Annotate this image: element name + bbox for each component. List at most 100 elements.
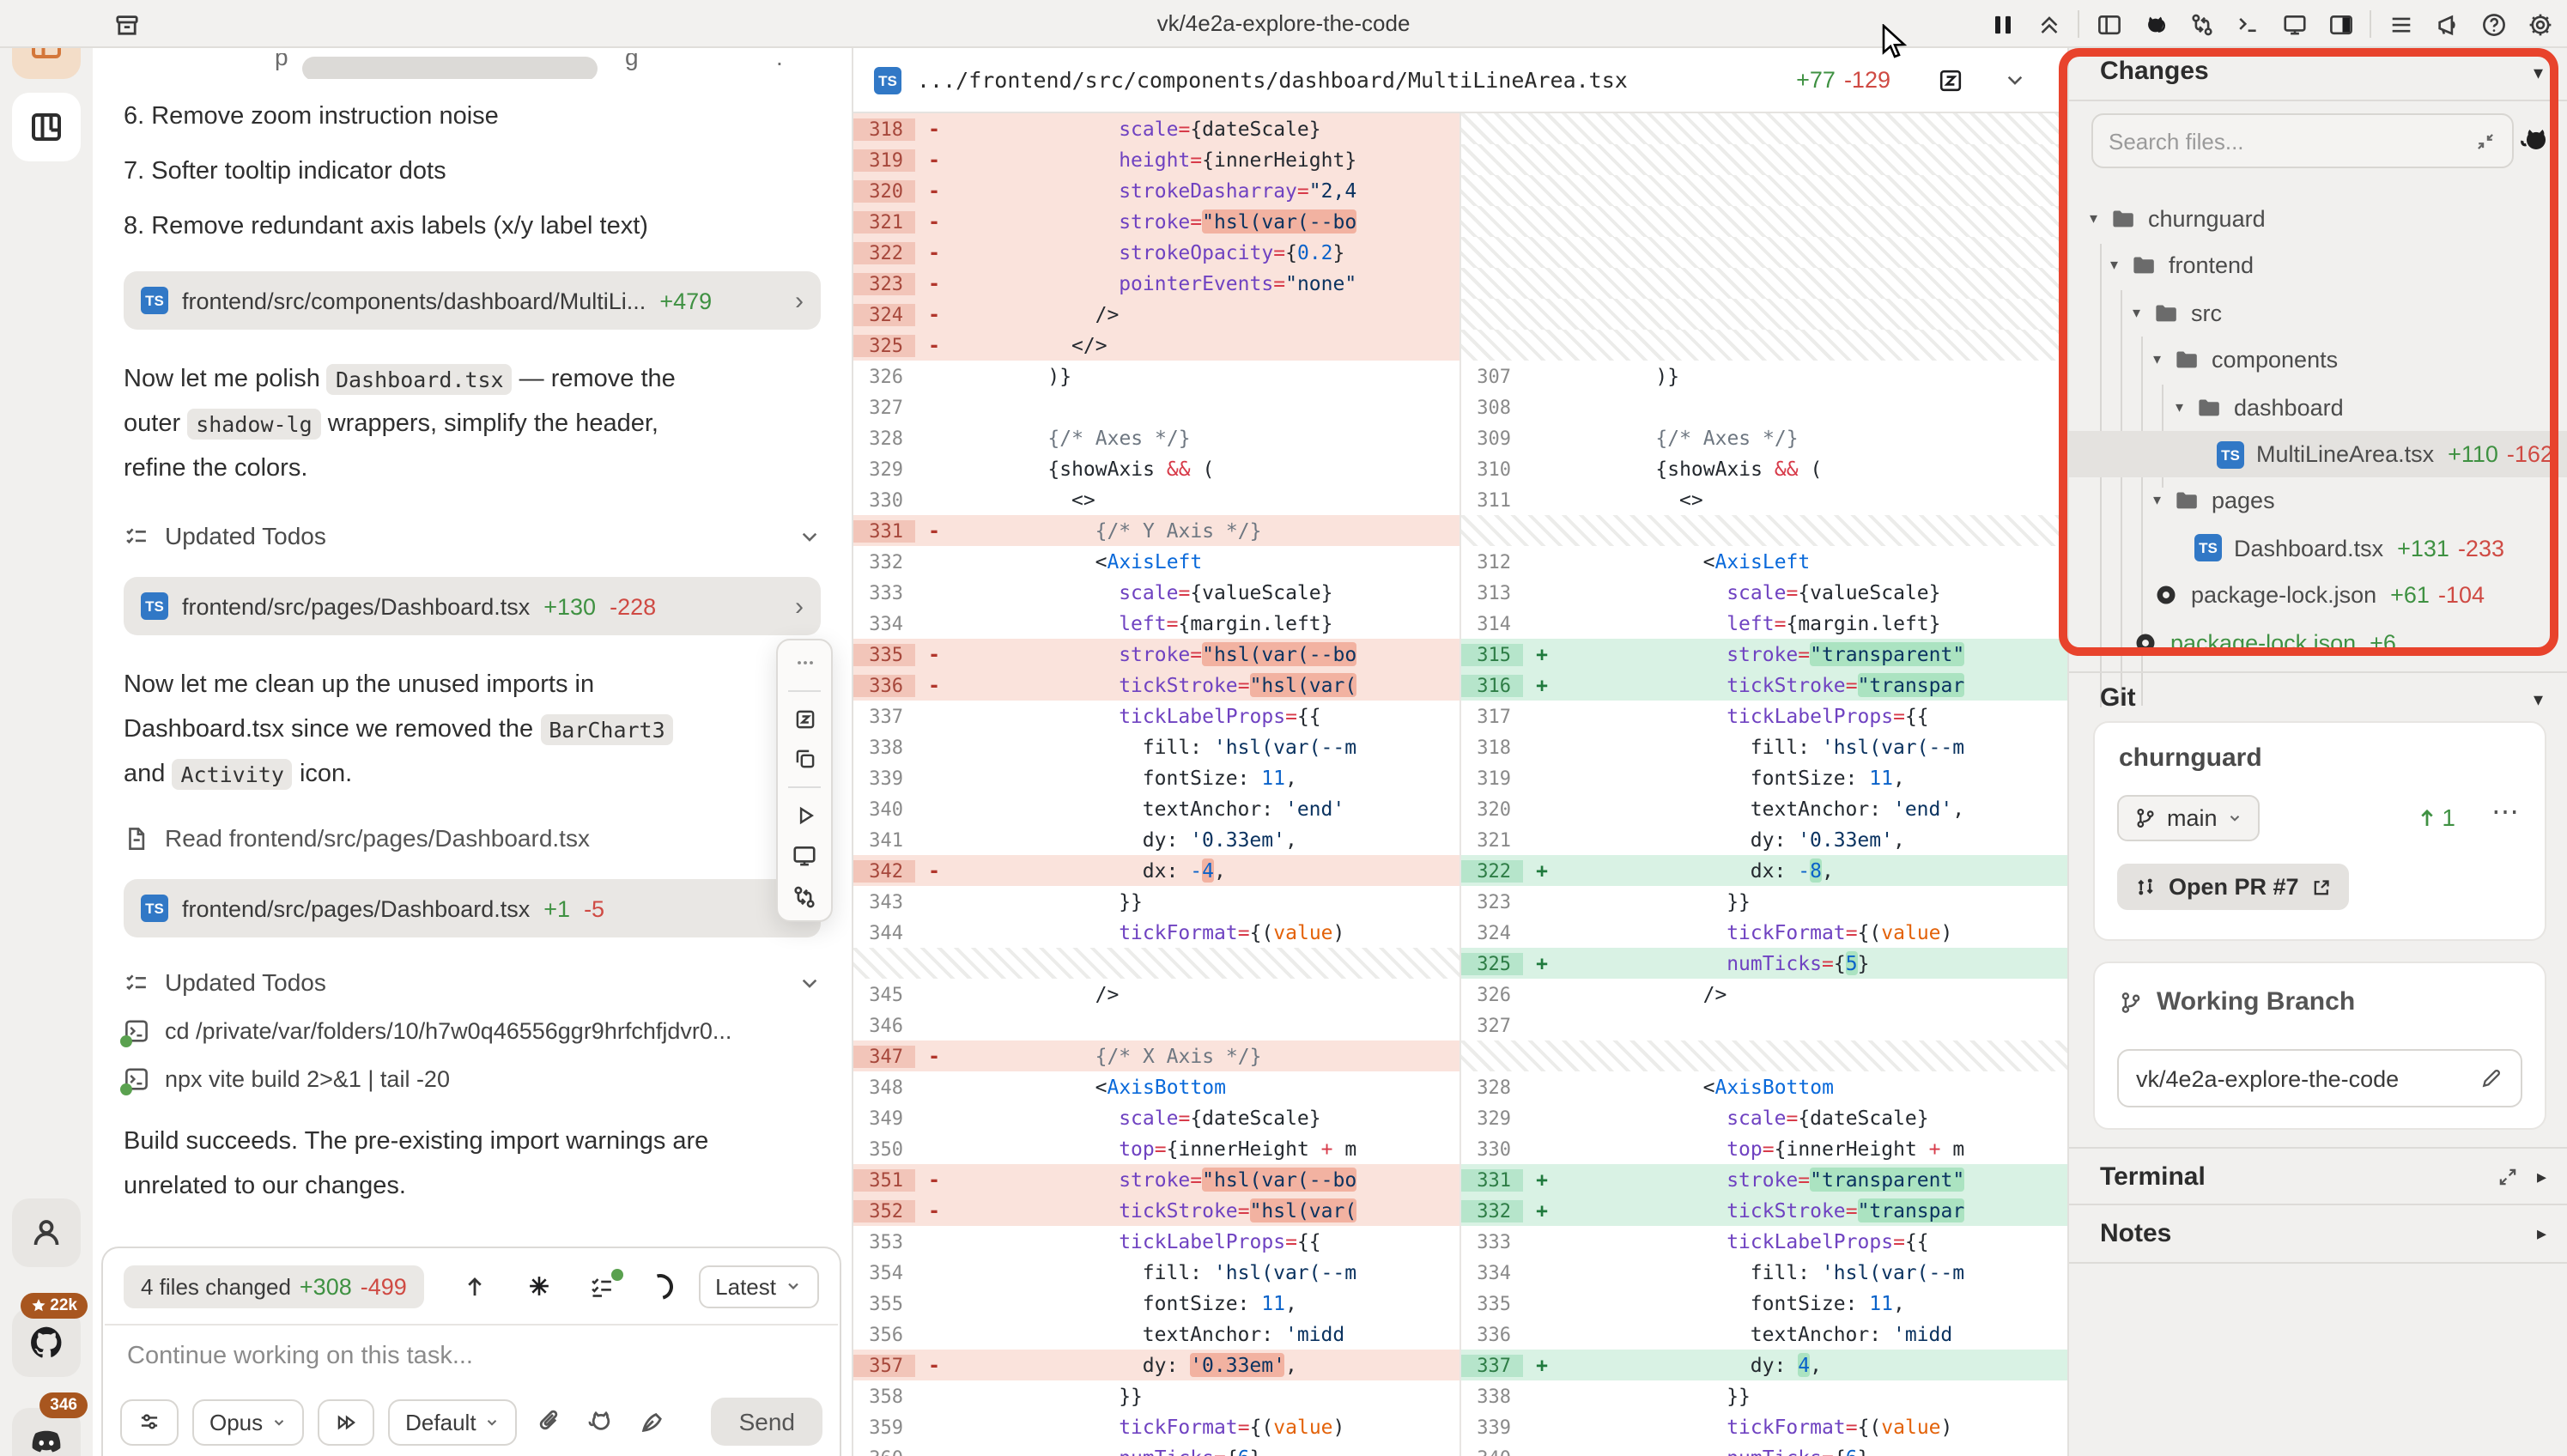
model-dropdown[interactable]: Opus xyxy=(192,1398,304,1445)
collapse-diff-icon[interactable] xyxy=(2004,69,2026,91)
help-icon[interactable] xyxy=(2476,7,2510,41)
zsquare-icon[interactable] xyxy=(792,707,816,731)
megaphone-icon[interactable] xyxy=(2430,7,2464,41)
cat-icon[interactable] xyxy=(2519,124,2553,158)
tree-folder-frontend[interactable]: ▾frontend xyxy=(2069,243,2567,289)
caret-down-icon[interactable]: ▾ xyxy=(2110,257,2131,276)
mode-dropdown[interactable]: Default xyxy=(388,1398,517,1445)
collapse-tree-icon[interactable] xyxy=(2474,130,2497,152)
inline-code: BarChart3 xyxy=(540,713,673,744)
notes-section-header[interactable]: Notes ▸ xyxy=(2069,1205,2567,1260)
updated-todos-row[interactable]: Updated Todos xyxy=(124,522,821,549)
github-attach-button[interactable] xyxy=(583,1408,621,1435)
latest-dropdown[interactable]: Latest xyxy=(698,1265,819,1307)
menu-icon[interactable] xyxy=(2383,7,2418,41)
left-rail: 22k 346 xyxy=(0,0,93,1456)
diff-mode-icon[interactable] xyxy=(1937,66,1964,94)
changes-collapse-icon[interactable]: ▾ xyxy=(2534,62,2543,84)
diff-line-new-319: 319fontSize: 11, xyxy=(1461,762,2067,793)
diff-line-old-355: 355fontSize: 11, xyxy=(853,1288,1459,1319)
monitor-icon[interactable] xyxy=(792,843,817,869)
copy-icon[interactable] xyxy=(792,747,816,771)
attach-button[interactable] xyxy=(531,1408,569,1435)
github-button[interactable]: 22k xyxy=(12,1308,81,1377)
send-button[interactable]: Send xyxy=(712,1398,822,1446)
caret-down-icon[interactable]: ▾ xyxy=(2153,492,2174,511)
branch-selector[interactable]: main xyxy=(2117,795,2261,841)
tree-folder-churnguard[interactable]: ▾churnguard xyxy=(2069,196,2567,242)
git-compare-icon[interactable] xyxy=(792,884,817,910)
toolbar-divider xyxy=(788,690,821,692)
file-change-chip[interactable]: TSfrontend/src/components/dashboard/Mult… xyxy=(124,271,821,330)
spinner-icon xyxy=(642,1269,677,1304)
open-pr-button[interactable]: Open PR #7 xyxy=(2117,864,2349,910)
terminal-command-row[interactable]: npx vite build 2>&1 | tail -20 xyxy=(124,1066,821,1092)
updated-todos-row[interactable]: Updated Todos xyxy=(124,968,821,996)
read-file-row[interactable]: Read frontend/src/pages/Dashboard.tsx xyxy=(124,824,821,852)
file-change-chip[interactable]: TSfrontend/src/pages/Dashboard.tsx+1-5 xyxy=(124,879,821,937)
spark-icon[interactable] xyxy=(519,1274,557,1298)
branch-icon xyxy=(2119,990,2143,1014)
terminal-prompt-icon[interactable] xyxy=(2230,7,2265,41)
todo-list-button[interactable] xyxy=(583,1273,621,1299)
fast-forward-button[interactable] xyxy=(318,1398,374,1445)
branch-icon xyxy=(2134,807,2157,829)
account-button[interactable] xyxy=(12,1198,81,1267)
working-branch-input[interactable]: vk/4e2a-explore-the-code xyxy=(2117,1049,2522,1107)
scroll-up-button[interactable] xyxy=(456,1273,494,1299)
changes-section-title[interactable]: Changes xyxy=(2100,57,2209,86)
tree-folder-src[interactable]: ▾src xyxy=(2069,290,2567,337)
sidebar-item-kanban[interactable] xyxy=(12,93,81,161)
panel-left-icon[interactable] xyxy=(2091,7,2126,41)
diff-line-old-347: 347-{/* X Axis */} xyxy=(853,1040,1459,1071)
pause-icon[interactable] xyxy=(1985,7,2019,41)
collapse-all-icon[interactable] xyxy=(2031,7,2066,41)
git-compare-icon[interactable] xyxy=(2184,7,2218,41)
files-changed-pill[interactable]: 4 files changed +308 -499 xyxy=(124,1265,424,1307)
mascot-icon[interactable] xyxy=(2138,7,2172,41)
pen-button[interactable] xyxy=(634,1408,672,1435)
file-search-input[interactable]: Search files... xyxy=(2091,113,2514,168)
message-input[interactable]: Continue working on this task... xyxy=(103,1326,840,1370)
commits-ahead[interactable]: 1 xyxy=(2416,804,2455,831)
git-more-menu[interactable]: ⋯ xyxy=(2491,795,2521,829)
play-icon[interactable] xyxy=(792,804,816,828)
git-collapse-icon[interactable]: ▾ xyxy=(2534,689,2543,711)
diff-line-old-329: 329{showAxis && ( xyxy=(853,453,1459,484)
tree-file-Dashboard.tsx[interactable]: TSDashboard.tsx+131-233 xyxy=(2069,525,2567,572)
tree-file-package-lock.json[interactable]: package-lock.json+61-104 xyxy=(2069,572,2567,618)
working-branch-card: Working Branch vk/4e2a-explore-the-code xyxy=(2093,962,2546,1130)
folder-icon xyxy=(2110,206,2136,232)
terminal-command-row[interactable]: cd /private/var/folders/10/h7w0q46556ggr… xyxy=(124,1018,821,1044)
expand-terminal-icon[interactable] xyxy=(2497,1165,2520,1187)
caret-down-icon[interactable]: ▾ xyxy=(2176,397,2196,416)
diff-line-old-341: 341dy: '0.33em', xyxy=(853,824,1459,855)
diff-file-path: .../frontend/src/components/dashboard/Mu… xyxy=(917,67,1628,93)
tree-file-package-lock.json[interactable]: package-lock.json+6 xyxy=(2069,619,2567,665)
caret-down-icon[interactable]: ▾ xyxy=(2133,304,2153,323)
tree-folder-components[interactable]: ▾components xyxy=(2069,337,2567,383)
terminal-section-header[interactable]: Terminal ▸ xyxy=(2069,1149,2567,1204)
settings-icon[interactable] xyxy=(2522,7,2557,41)
dots-icon[interactable] xyxy=(792,651,816,675)
diff-line-old-358: 358}} xyxy=(853,1380,1459,1411)
tree-folder-dashboard[interactable]: ▾dashboard xyxy=(2069,384,2567,430)
git-section-title[interactable]: Git xyxy=(2100,683,2136,713)
edit-branch-icon[interactable] xyxy=(2479,1066,2503,1090)
toolbar-divider xyxy=(788,786,821,788)
tree-folder-pages[interactable]: ▾pages xyxy=(2069,478,2567,525)
person-icon xyxy=(29,1216,64,1250)
file-change-chip[interactable]: TSfrontend/src/pages/Dashboard.tsx+130-2… xyxy=(124,577,821,635)
chat-transcript: pg.6. Remove zoom instruction noise7. So… xyxy=(93,48,852,1247)
panel-right-icon[interactable] xyxy=(2323,7,2358,41)
monitor-icon[interactable] xyxy=(2277,7,2311,41)
diff-line-new-337: 337+dy: 4, xyxy=(1461,1350,2067,1380)
settings-sliders-button[interactable] xyxy=(120,1398,179,1445)
tree-file-MultiLineArea.tsx[interactable]: TSMultiLineArea.tsx+110-162 xyxy=(2069,431,2567,477)
caret-down-icon[interactable]: ▾ xyxy=(2153,350,2174,369)
caret-down-icon[interactable]: ▾ xyxy=(2090,209,2110,228)
diff-line-old-348: 348<AxisBottom xyxy=(853,1071,1459,1102)
discord-button[interactable]: 346 xyxy=(12,1408,81,1456)
github-icon xyxy=(27,1324,65,1362)
file-label: package-lock.json xyxy=(2170,629,2356,655)
